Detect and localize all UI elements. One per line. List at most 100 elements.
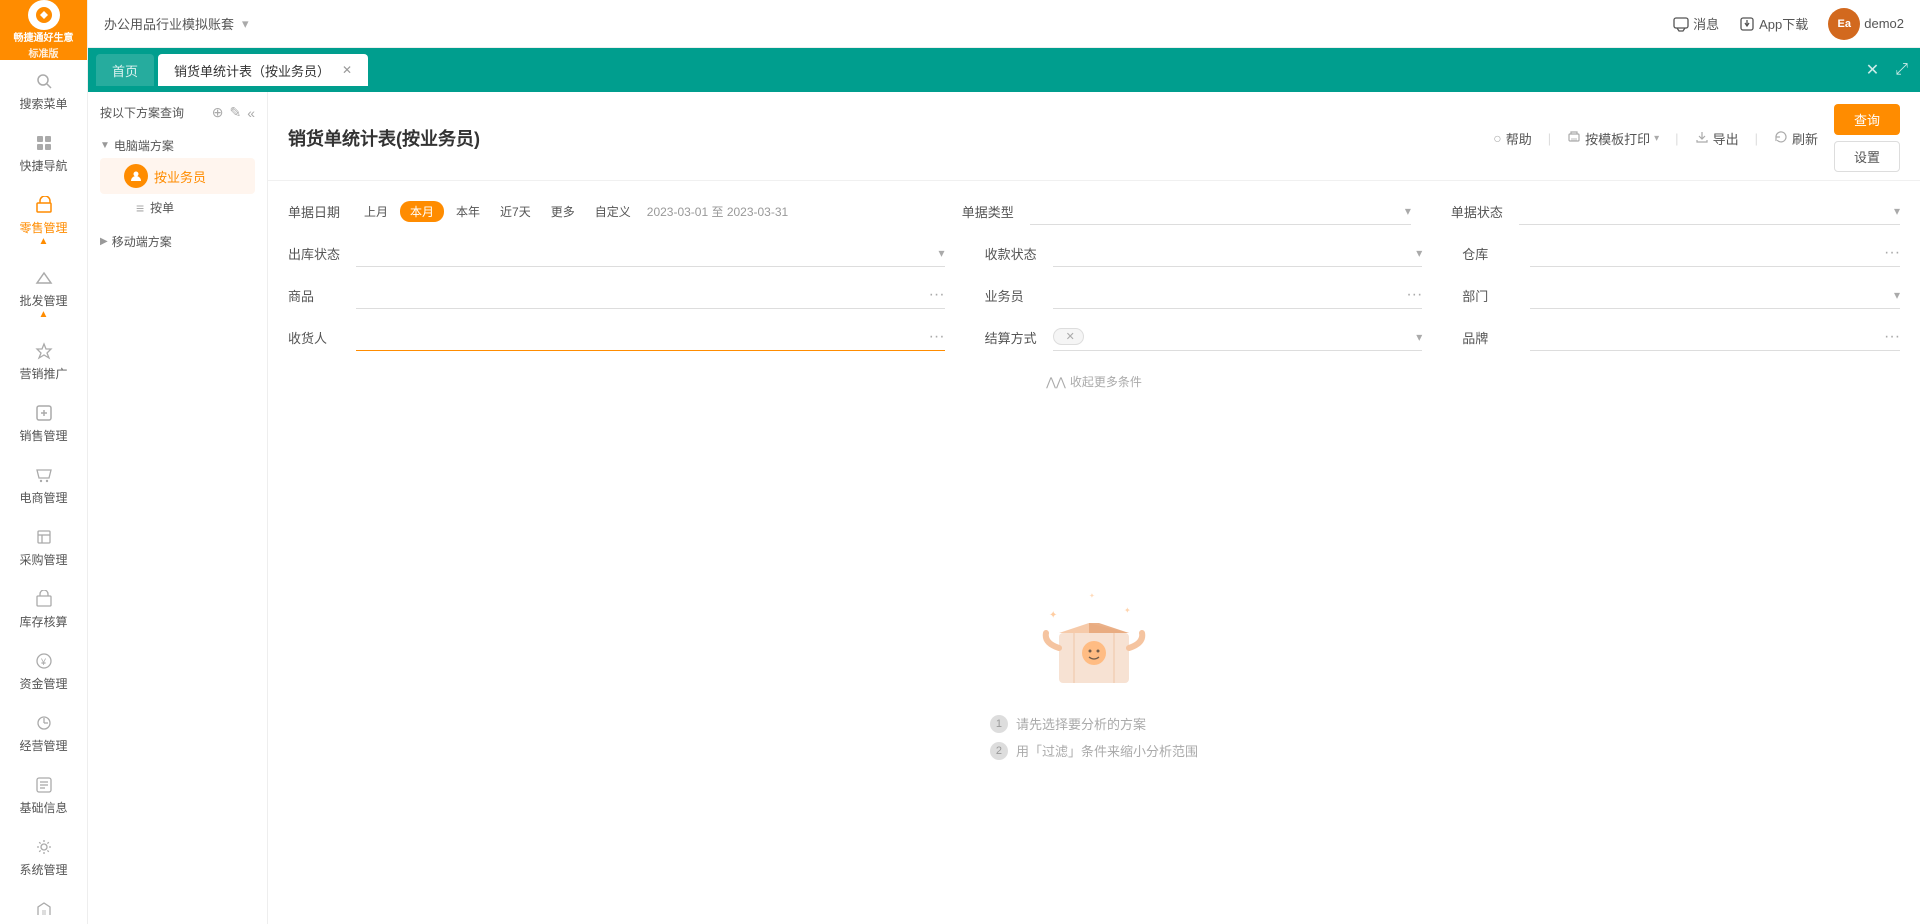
hint-num-1: 1: [990, 715, 1008, 733]
doc-type-arrow-icon: ▾: [1405, 204, 1411, 218]
edit-scheme-btn[interactable]: ✎: [229, 104, 241, 121]
scheme-mobile-label: 移动端方案: [112, 233, 172, 250]
refresh-btn[interactable]: 刷新: [1774, 129, 1818, 148]
export-btn[interactable]: 导出: [1695, 129, 1739, 148]
ship-status-control[interactable]: ▾: [356, 239, 945, 267]
sidebar-item-wholesale-label: 批发管理: [19, 292, 67, 309]
date-tab-7days[interactable]: 近7天: [492, 201, 539, 222]
purchase-icon: [33, 526, 55, 548]
filter-row-2: 出库状态 ▾ 收款状态 ▾: [288, 239, 1900, 267]
print-icon: [1567, 130, 1581, 147]
sidebar-item-sales[interactable]: 销售管理: [0, 392, 88, 454]
warehouse-control[interactable]: ···: [1530, 239, 1900, 267]
filter-goods: 商品 ···: [288, 281, 945, 309]
sidebar: 畅捷通好生意 标准版 搜索菜单 快捷导航 零售管理 ▲ 批发管理 ▲ 营销推广: [0, 0, 88, 924]
department-arrow-icon: ▾: [1894, 288, 1900, 302]
receiver-control[interactable]: ···: [356, 323, 945, 351]
export-icon: [1695, 130, 1709, 147]
tab-report[interactable]: 销货单统计表（按业务员） ✕: [158, 54, 368, 86]
filter-date: 单据日期 上月 本月 本年 近7天 更多 自定义 2023-03-01 至 20…: [288, 201, 962, 222]
sidebar-item-purchase[interactable]: 采购管理: [0, 516, 88, 578]
hint-num-2: 2: [990, 742, 1008, 760]
left-panel: 按以下方案查询 ⊕ ✎ « ▼ 电脑端方案 按业务员: [88, 92, 268, 924]
sidebar-item-finance[interactable]: ¥ 资金管理: [0, 640, 88, 702]
scheme-mobile-arrow: ▶: [100, 236, 108, 247]
scheme-mobile-header[interactable]: ▶ 移动端方案: [100, 229, 255, 254]
collapse-left-btn[interactable]: «: [247, 105, 255, 121]
settings-btn[interactable]: 设置: [1834, 141, 1900, 172]
query-btn[interactable]: 查询: [1834, 104, 1900, 135]
date-tab-last-month[interactable]: 上月: [356, 201, 396, 222]
tab-bar: 首页 销货单统计表（按业务员） ✕ ✕ ⤢: [88, 48, 1920, 92]
filter-row-3: 商品 ··· 业务员 ···: [288, 281, 1900, 309]
quick-nav-icon: [33, 132, 55, 154]
payment-status-control[interactable]: ▾: [1053, 239, 1423, 267]
header-dropdown-icon[interactable]: ▾: [242, 16, 249, 32]
tab-home[interactable]: 首页: [96, 54, 154, 86]
sidebar-item-ecommerce[interactable]: 电商管理: [0, 454, 88, 516]
svg-text:✦: ✦: [1124, 606, 1131, 615]
sidebar-item-marketing[interactable]: 营销推广: [0, 330, 88, 392]
wholesale-expand-icon: ▲: [39, 309, 49, 320]
ship-status-label: 出库状态: [288, 244, 348, 263]
filter-salesperson: 业务员 ···: [985, 281, 1423, 309]
date-tab-this-year[interactable]: 本年: [448, 201, 488, 222]
scheme-by-order[interactable]: ≡ 按单: [100, 194, 255, 221]
operations-icon: [33, 712, 55, 734]
tab-maximize-btn[interactable]: ⤢: [1891, 59, 1912, 81]
logo-text: 畅捷通好生意: [14, 32, 74, 45]
sidebar-item-basic-info[interactable]: 基础信息: [0, 764, 88, 826]
doc-status-control[interactable]: ▾: [1519, 197, 1900, 225]
sidebar-item-system[interactable]: 系统管理: [0, 826, 88, 888]
message-label: 消息: [1693, 14, 1719, 33]
sidebar-item-inventory[interactable]: 库存核算: [0, 578, 88, 640]
app-download-btn[interactable]: App下载: [1739, 14, 1808, 33]
help-btn[interactable]: ○ 帮助: [1493, 129, 1531, 148]
goods-control[interactable]: ···: [356, 281, 945, 309]
tab-close-all-btn[interactable]: ✕: [1862, 58, 1883, 82]
add-scheme-btn[interactable]: ⊕: [212, 104, 224, 121]
sidebar-item-operations[interactable]: 经营管理: [0, 702, 88, 764]
settlement-control[interactable]: ✕ ▾: [1053, 323, 1423, 351]
svg-text:✦: ✦: [1049, 610, 1057, 621]
sales-icon: [33, 402, 55, 424]
department-control[interactable]: ▾: [1530, 281, 1900, 309]
filter-payment-status: 收款状态 ▾: [985, 239, 1423, 267]
sidebar-item-quick-nav[interactable]: 快捷导航: [0, 122, 88, 184]
message-btn[interactable]: 消息: [1673, 14, 1719, 33]
date-tab-more[interactable]: 更多: [543, 201, 583, 222]
tab-report-label: 销货单统计表（按业务员）: [174, 61, 330, 80]
tab-report-close[interactable]: ✕: [342, 63, 352, 77]
doc-type-control[interactable]: ▾: [1030, 197, 1411, 225]
collapse-btn[interactable]: ⋀⋀ 收起更多条件: [288, 365, 1900, 398]
scheme-salesperson[interactable]: 按业务员: [100, 158, 255, 194]
template-print-btn[interactable]: 按模板打印 ▾: [1567, 129, 1659, 148]
brand-control[interactable]: ···: [1530, 323, 1900, 351]
empty-hint-1: 1 请先选择要分析的方案: [990, 714, 1198, 733]
app-logo: 畅捷通好生意 标准版: [0, 0, 88, 60]
sidebar-item-search[interactable]: 搜索菜单: [0, 60, 88, 122]
salesperson-control[interactable]: ···: [1053, 281, 1423, 309]
date-tab-custom[interactable]: 自定义: [587, 201, 639, 222]
filter-row-1: 单据日期 上月 本月 本年 近7天 更多 自定义 2023-03-01 至 20…: [288, 197, 1900, 225]
sidebar-item-inventory-label: 库存核算: [19, 613, 67, 630]
header-subtitle: 办公用品行业模拟账套: [104, 14, 234, 33]
sidebar-item-retail[interactable]: 零售管理 ▲: [0, 184, 88, 257]
sidebar-item-wholesale[interactable]: 批发管理 ▲: [0, 257, 88, 330]
ship-status-arrow-icon: ▾: [939, 246, 945, 260]
sidebar-item-enterprise[interactable]: 企业协同: [0, 888, 88, 924]
template-print-arrow[interactable]: ▾: [1654, 133, 1659, 144]
scheme-desktop-header[interactable]: ▼ 电脑端方案: [100, 133, 255, 158]
main-area: 办公用品行业模拟账套 ▾ 消息 App下载 Ea demo2 首页 销货单统计表…: [88, 0, 1920, 924]
left-panel-header: 按以下方案查询 ⊕ ✎ «: [88, 104, 267, 129]
empty-hints: 1 请先选择要分析的方案 2 用「过滤」条件来缩小分析范围: [990, 714, 1198, 760]
export-label: 导出: [1713, 129, 1739, 148]
tab-home-label: 首页: [112, 61, 138, 80]
scheme-salesperson-label: 按业务员: [154, 167, 206, 186]
logo-sub: 标准版: [29, 45, 59, 60]
user-profile[interactable]: Ea demo2: [1828, 8, 1904, 40]
date-tab-this-month[interactable]: 本月: [400, 201, 444, 222]
settlement-tag-close[interactable]: ✕: [1066, 330, 1075, 343]
refresh-label: 刷新: [1792, 129, 1818, 148]
empty-state: ✦ ✦ ✦ 1 请先选择要分析的方案 2 用「过滤」条件来缩小分析范围: [268, 414, 1920, 924]
